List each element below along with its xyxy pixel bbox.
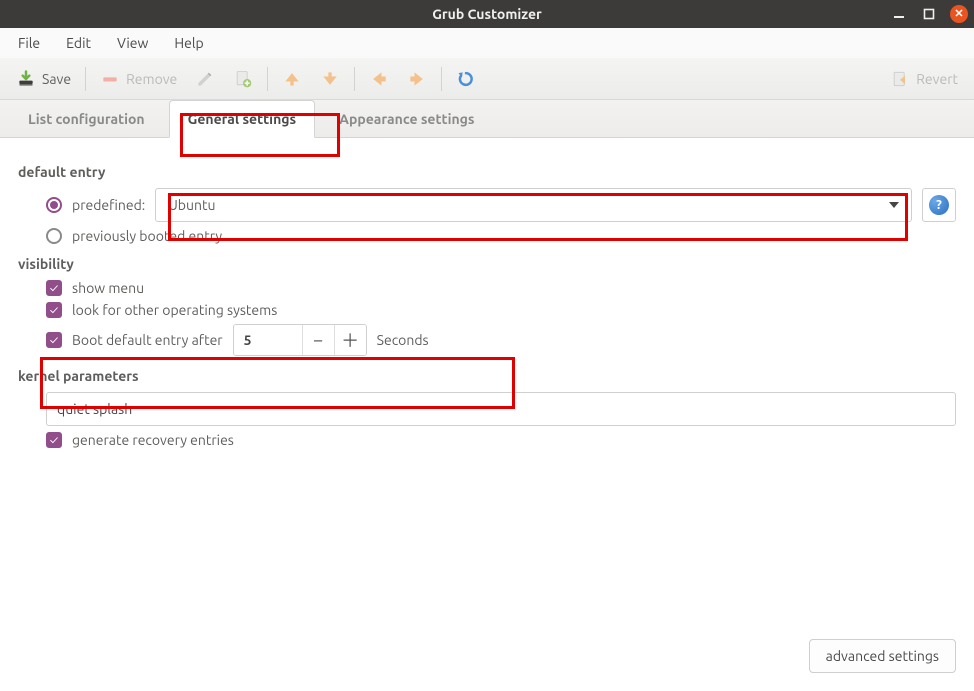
menu-help[interactable]: Help <box>162 31 215 55</box>
boot-after-checkbox[interactable]: ✓ <box>46 332 62 348</box>
move-left-button[interactable] <box>361 64 397 94</box>
tab-list-label: List configuration <box>28 111 145 127</box>
section-kernel-parameters: kernel parameters <box>18 368 956 384</box>
toolbar-separator <box>267 67 268 91</box>
section-default-entry: default entry <box>18 164 956 180</box>
new-script-button[interactable] <box>225 64 261 94</box>
new-script-icon <box>233 69 253 89</box>
toolbar: Save Remove <box>0 58 974 100</box>
remove-icon <box>100 69 120 89</box>
toolbar-separator <box>85 67 86 91</box>
save-icon <box>16 69 36 89</box>
look-for-os-label: look for other operating systems <box>72 302 277 318</box>
spinner-increment[interactable]: ＋ <box>334 325 366 355</box>
menu-edit-label: Edit <box>66 35 91 51</box>
toolbar-separator <box>441 67 442 91</box>
tab-appearance-label: Appearance settings <box>339 111 474 127</box>
move-down-button[interactable] <box>312 64 348 94</box>
pencil-icon <box>195 69 215 89</box>
boot-after-spinner: − ＋ <box>233 324 367 356</box>
tab-list-configuration[interactable]: List configuration <box>10 100 163 137</box>
recovery-label: generate recovery entries <box>72 432 234 448</box>
predefined-radio[interactable] <box>46 197 62 213</box>
look-for-os-checkbox[interactable]: ✓ <box>46 302 62 318</box>
arrow-up-icon <box>282 69 302 89</box>
chevron-down-icon <box>889 202 899 208</box>
window-titlebar: Grub Customizer ✕ <box>0 0 974 28</box>
tab-appearance-settings[interactable]: Appearance settings <box>321 100 492 137</box>
arrow-right-icon <box>407 69 427 89</box>
tab-general-label: General settings <box>188 111 297 127</box>
recovery-checkbox[interactable]: ✓ <box>46 432 62 448</box>
menu-view-label: View <box>117 35 148 51</box>
menu-help-label: Help <box>174 35 203 51</box>
tabbar: List configuration General settings Appe… <box>0 100 974 138</box>
boot-after-value[interactable] <box>234 325 302 355</box>
remove-button[interactable]: Remove <box>92 64 185 94</box>
save-label: Save <box>42 71 71 87</box>
show-menu-label: show menu <box>72 280 144 296</box>
menu-file[interactable]: File <box>6 31 52 55</box>
predefined-help-button[interactable]: ? <box>922 188 956 222</box>
help-icon: ? <box>929 195 949 215</box>
spinner-decrement[interactable]: − <box>302 325 334 355</box>
section-visibility: visibility <box>18 256 956 272</box>
window-minimize-button[interactable] <box>890 5 908 23</box>
reload-button[interactable] <box>448 64 484 94</box>
predefined-select[interactable]: Ubuntu <box>155 188 912 222</box>
save-button[interactable]: Save <box>8 64 79 94</box>
advanced-settings-button[interactable]: advanced settings <box>809 639 956 673</box>
previous-entry-label: previously booted entry <box>72 228 222 244</box>
arrow-left-icon <box>369 69 389 89</box>
previous-entry-radio[interactable] <box>46 228 62 244</box>
menubar: File Edit View Help <box>0 28 974 58</box>
show-menu-checkbox[interactable]: ✓ <box>46 280 62 296</box>
revert-button[interactable]: Revert <box>882 64 966 94</box>
reload-icon <box>456 69 476 89</box>
window-maximize-button[interactable] <box>920 5 938 23</box>
window-close-button[interactable]: ✕ <box>950 5 968 23</box>
tab-general-settings[interactable]: General settings <box>169 100 316 138</box>
boot-after-label: Boot default entry after <box>72 332 223 348</box>
arrow-down-icon <box>320 69 340 89</box>
remove-label: Remove <box>126 71 177 87</box>
seconds-label: Seconds <box>377 332 429 348</box>
menu-edit[interactable]: Edit <box>54 31 103 55</box>
edit-button[interactable] <box>187 64 223 94</box>
move-up-button[interactable] <box>274 64 310 94</box>
menu-file-label: File <box>18 35 40 51</box>
advanced-settings-label: advanced settings <box>826 648 939 664</box>
move-right-button[interactable] <box>399 64 435 94</box>
window-title: Grub Customizer <box>432 6 542 22</box>
kernel-params-input[interactable] <box>46 392 956 426</box>
toolbar-separator <box>354 67 355 91</box>
menu-view[interactable]: View <box>105 31 160 55</box>
revert-label: Revert <box>916 71 958 87</box>
predefined-label: predefined: <box>72 197 145 213</box>
revert-icon <box>890 69 910 89</box>
predefined-value: Ubuntu <box>168 197 215 213</box>
